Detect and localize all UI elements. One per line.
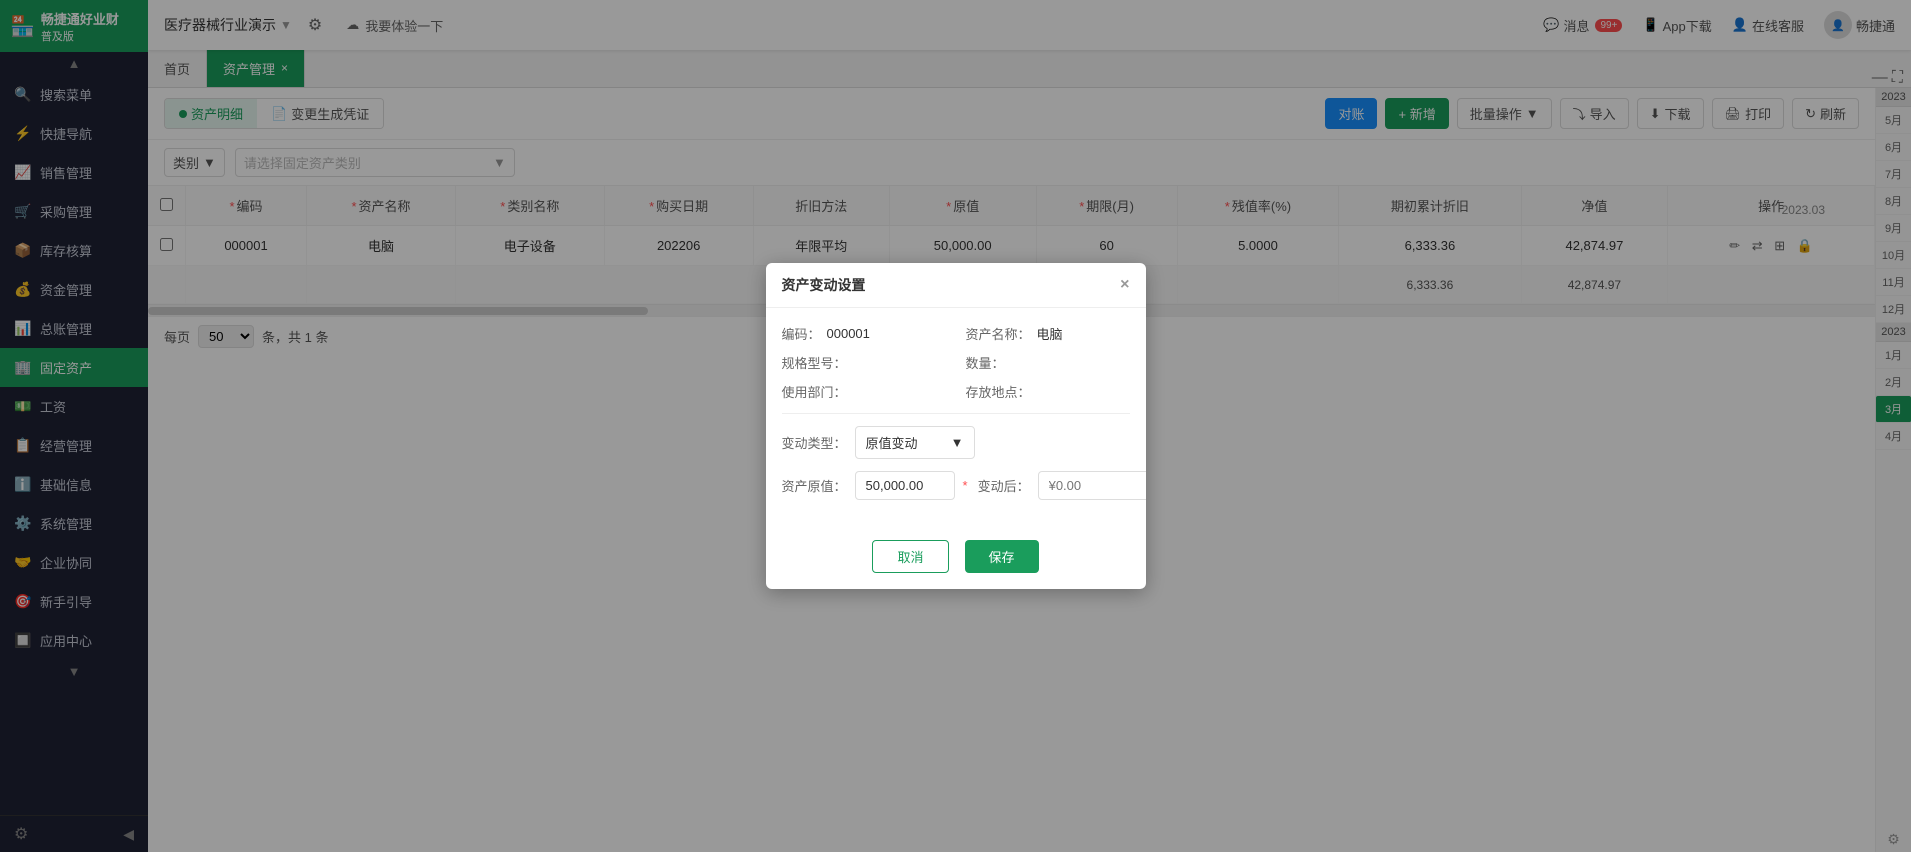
change-type-label: 变动类型： (782, 433, 847, 452)
modal-field-quantity: 数量： (966, 353, 1130, 372)
change-type-value: 原值变动 (866, 433, 918, 452)
modal-row-2: 规格型号： 数量： (782, 353, 1130, 372)
modal-field-name: 资产名称： 电脑 (966, 324, 1130, 343)
code-label: 编码： (782, 324, 821, 343)
modal-body: 编码： 000001 资产名称： 电脑 规格型号： 数量： (766, 308, 1146, 528)
modal-title: 资产变动设置 (782, 275, 866, 295)
modal-field-spec: 规格型号： (782, 353, 946, 372)
modal-field-storage: 存放地点： (966, 382, 1130, 401)
modal-divider (782, 413, 1130, 414)
change-type-arrow-icon: ▼ (951, 435, 964, 450)
modal-field-dept: 使用部门： (782, 382, 946, 401)
after-value-input[interactable] (1038, 471, 1146, 500)
cancel-btn[interactable]: 取消 (872, 540, 948, 573)
modal-header: 资产变动设置 × (766, 263, 1146, 308)
code-value: 000001 (827, 326, 870, 341)
required-star: * (963, 478, 968, 493)
modal-value-row: 资产原值： * 变动后： (782, 471, 1130, 500)
dept-label: 使用部门： (782, 382, 847, 401)
after-label: 变动后： (978, 476, 1030, 495)
modal-row-3: 使用部门： 存放地点： (782, 382, 1130, 401)
modal-row-1: 编码： 000001 资产名称： 电脑 (782, 324, 1130, 343)
modal-footer: 取消 保存 (766, 528, 1146, 589)
spec-label: 规格型号： (782, 353, 847, 372)
modal-field-code: 编码： 000001 (782, 324, 946, 343)
original-value-input[interactable] (855, 471, 955, 500)
modal-overlay: 资产变动设置 × 编码： 000001 资产名称： 电脑 规格型号： (0, 0, 1911, 852)
modal-change-type-row: 变动类型： 原值变动 ▼ (782, 426, 1130, 459)
storage-label: 存放地点： (966, 382, 1031, 401)
change-type-select[interactable]: 原值变动 ▼ (855, 426, 975, 459)
save-btn[interactable]: 保存 (965, 540, 1039, 573)
original-value-label: 资产原值： (782, 476, 847, 495)
name-label: 资产名称： (966, 324, 1031, 343)
modal-close-btn[interactable]: × (1120, 276, 1129, 294)
quantity-label: 数量： (966, 353, 1005, 372)
asset-change-modal: 资产变动设置 × 编码： 000001 资产名称： 电脑 规格型号： (766, 263, 1146, 589)
name-value: 电脑 (1037, 324, 1063, 343)
